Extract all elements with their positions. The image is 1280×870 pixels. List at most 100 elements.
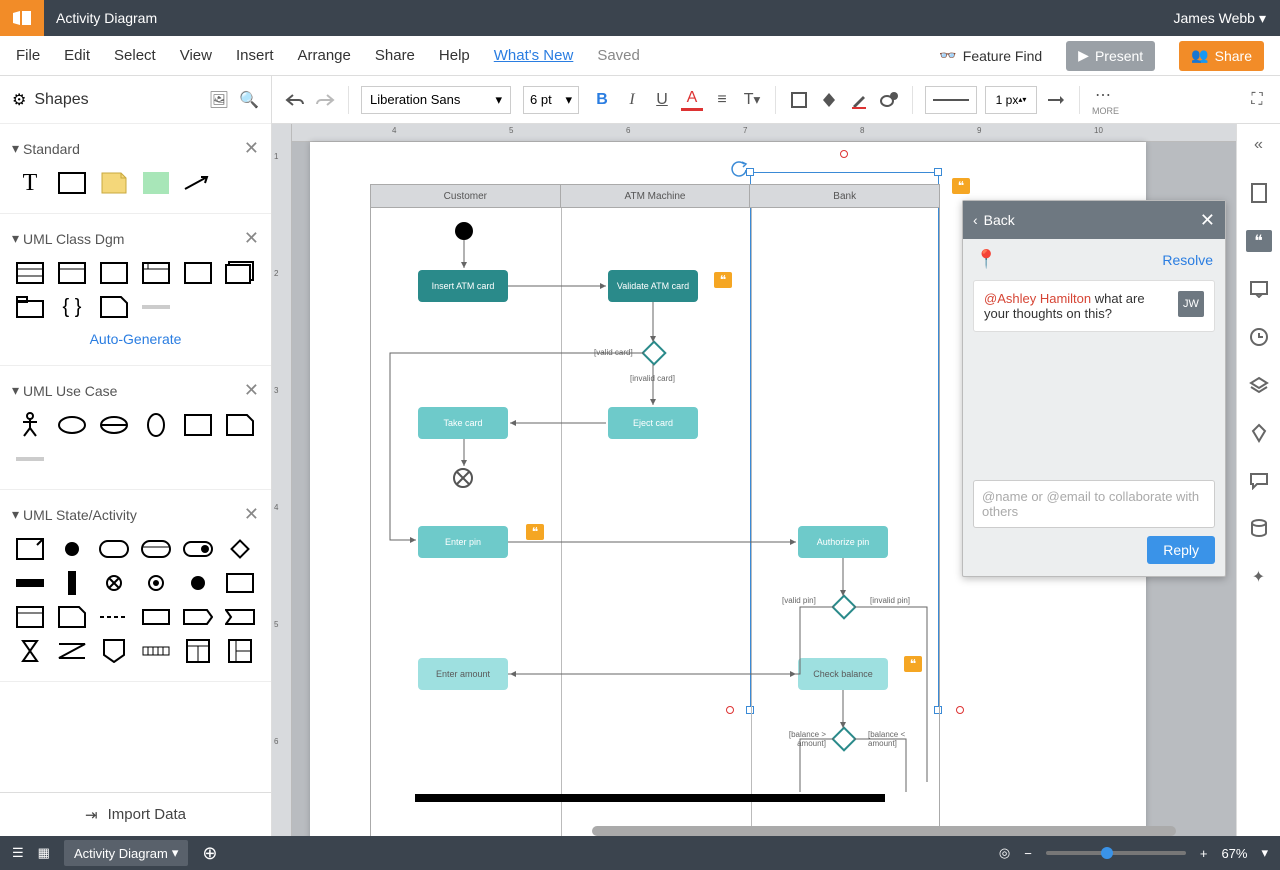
resolve-link[interactable]: Resolve [1162, 252, 1213, 268]
swimlane-bank[interactable]: Bank [750, 185, 939, 207]
close-icon[interactable]: ✕ [1200, 210, 1215, 231]
size-select[interactable]: 6 pt▾ [523, 86, 579, 114]
shape-actor[interactable] [14, 413, 46, 437]
shape-simple[interactable] [98, 261, 130, 285]
target-icon[interactable]: ◎ [999, 845, 1010, 861]
activity-eject[interactable]: Eject card [608, 407, 698, 439]
shape-interface[interactable] [182, 261, 214, 285]
shape-note[interactable] [98, 171, 130, 195]
text-options-icon[interactable]: T▾ [741, 89, 763, 111]
activity-validate[interactable]: Validate ATM card [608, 270, 698, 302]
menu-help[interactable]: Help [439, 47, 470, 64]
border-color-icon[interactable] [848, 89, 870, 111]
shape-note3[interactable] [224, 413, 256, 437]
menu-select[interactable]: Select [114, 47, 156, 64]
history-icon[interactable] [1248, 326, 1270, 348]
menu-view[interactable]: View [180, 47, 212, 64]
shape-multi[interactable] [224, 261, 256, 285]
selection-handle[interactable] [934, 168, 942, 176]
comment-mention[interactable]: @Ashley Hamilton [984, 291, 1091, 306]
auto-generate-link[interactable]: Auto-Generate [0, 325, 271, 353]
app-logo[interactable] [0, 0, 44, 36]
close-icon[interactable]: ✕ [244, 138, 259, 159]
shape-diamond[interactable] [224, 537, 256, 561]
comment-badge[interactable]: ❝ [526, 524, 544, 540]
line-width-select[interactable]: 1 px ▴▾ [985, 86, 1037, 114]
align-icon[interactable]: ≡ [711, 89, 733, 111]
font-select[interactable]: Liberation Sans▾ [361, 86, 511, 114]
gear-icon[interactable]: ⚙ [12, 90, 26, 110]
category-standard[interactable]: ▾ Standard✕ [0, 132, 271, 165]
menu-insert[interactable]: Insert [236, 47, 274, 64]
add-page-icon[interactable]: ⊕ [202, 843, 217, 864]
text-color-icon[interactable]: A [681, 89, 703, 111]
search-icon[interactable]: 🔍 [239, 90, 259, 110]
chevron-down-icon[interactable]: ▾ [1261, 845, 1268, 861]
menu-edit[interactable]: Edit [64, 47, 90, 64]
swimlane-body[interactable] [370, 208, 940, 836]
shape-frame[interactable] [14, 605, 46, 629]
shape-send[interactable] [182, 605, 214, 629]
zoom-level[interactable]: 67% [1221, 846, 1247, 861]
menu-whatsnew[interactable]: What's New [494, 47, 574, 64]
image-icon[interactable]: 🖼 [209, 90, 229, 110]
shape-rect[interactable] [56, 171, 88, 195]
shape-braces[interactable]: { } [56, 295, 88, 319]
close-icon[interactable]: ✕ [244, 380, 259, 401]
shape-note4[interactable] [56, 605, 88, 629]
shape-text[interactable]: T [14, 171, 46, 195]
close-icon[interactable]: ✕ [244, 228, 259, 249]
data-icon[interactable] [1248, 518, 1270, 540]
sync-bar[interactable] [415, 794, 885, 802]
underline-icon[interactable]: U [651, 89, 673, 111]
shape-block[interactable] [140, 171, 172, 195]
shape-rect4[interactable] [140, 605, 172, 629]
shape-options-icon[interactable] [878, 89, 900, 111]
shape-arrow[interactable] [182, 171, 214, 195]
activity-take[interactable]: Take card [418, 407, 508, 439]
magic-icon[interactable]: ✦ [1248, 566, 1270, 588]
shape-zigzag[interactable] [56, 639, 88, 663]
activity-enterpin[interactable]: Enter pin [418, 526, 508, 558]
fill-color-icon[interactable] [818, 89, 840, 111]
italic-icon[interactable]: I [621, 89, 643, 111]
close-icon[interactable]: ✕ [244, 504, 259, 525]
shape-note2[interactable] [98, 295, 130, 319]
import-data-button[interactable]: ⇥ Import Data [0, 792, 271, 836]
slides-icon[interactable] [1248, 278, 1270, 300]
line-style-select[interactable] [925, 86, 977, 114]
shape-rect2[interactable] [182, 413, 214, 437]
shape-rounded[interactable] [98, 537, 130, 561]
shape-coltop[interactable] [140, 261, 172, 285]
shape-rect3[interactable] [224, 571, 256, 595]
fill-shape-icon[interactable] [788, 89, 810, 111]
line-options-icon[interactable] [1045, 89, 1067, 111]
category-umlstate[interactable]: ▾ UML State/Activity✕ [0, 498, 271, 531]
shape-param[interactable] [140, 639, 172, 663]
shape-dashline[interactable] [98, 605, 130, 629]
shape-history[interactable] [182, 571, 214, 595]
document-title[interactable]: Activity Diagram [44, 10, 157, 26]
zoom-slider[interactable] [1046, 851, 1186, 855]
connection-point[interactable] [840, 150, 848, 158]
flow-final-node[interactable] [453, 468, 473, 488]
fullscreen-icon[interactable]: ⛶ [1246, 89, 1268, 111]
list-view-icon[interactable]: ☰ [12, 845, 24, 861]
shape-state[interactable] [14, 537, 46, 561]
category-umlclass[interactable]: ▾ UML Class Dgm✕ [0, 222, 271, 255]
share-button[interactable]: 👥 Share [1179, 41, 1264, 71]
more-icon[interactable]: ⋯ [1092, 84, 1114, 106]
comment-badge[interactable]: ❝ [904, 656, 922, 672]
activity-insert[interactable]: Insert ATM card [418, 270, 508, 302]
start-node[interactable] [455, 222, 473, 240]
shape-receive[interactable] [224, 605, 256, 629]
menu-share[interactable]: Share [375, 47, 415, 64]
menu-arrange[interactable]: Arrange [298, 47, 351, 64]
redo-icon[interactable] [314, 89, 336, 111]
collapse-dock-icon[interactable]: « [1248, 134, 1270, 156]
comment-badge[interactable]: ❝ [952, 178, 970, 194]
shape-final[interactable] [140, 571, 172, 595]
shape-ellipse-split[interactable] [98, 413, 130, 437]
shape-ellipse[interactable] [56, 413, 88, 437]
chat-icon[interactable] [1248, 470, 1270, 492]
